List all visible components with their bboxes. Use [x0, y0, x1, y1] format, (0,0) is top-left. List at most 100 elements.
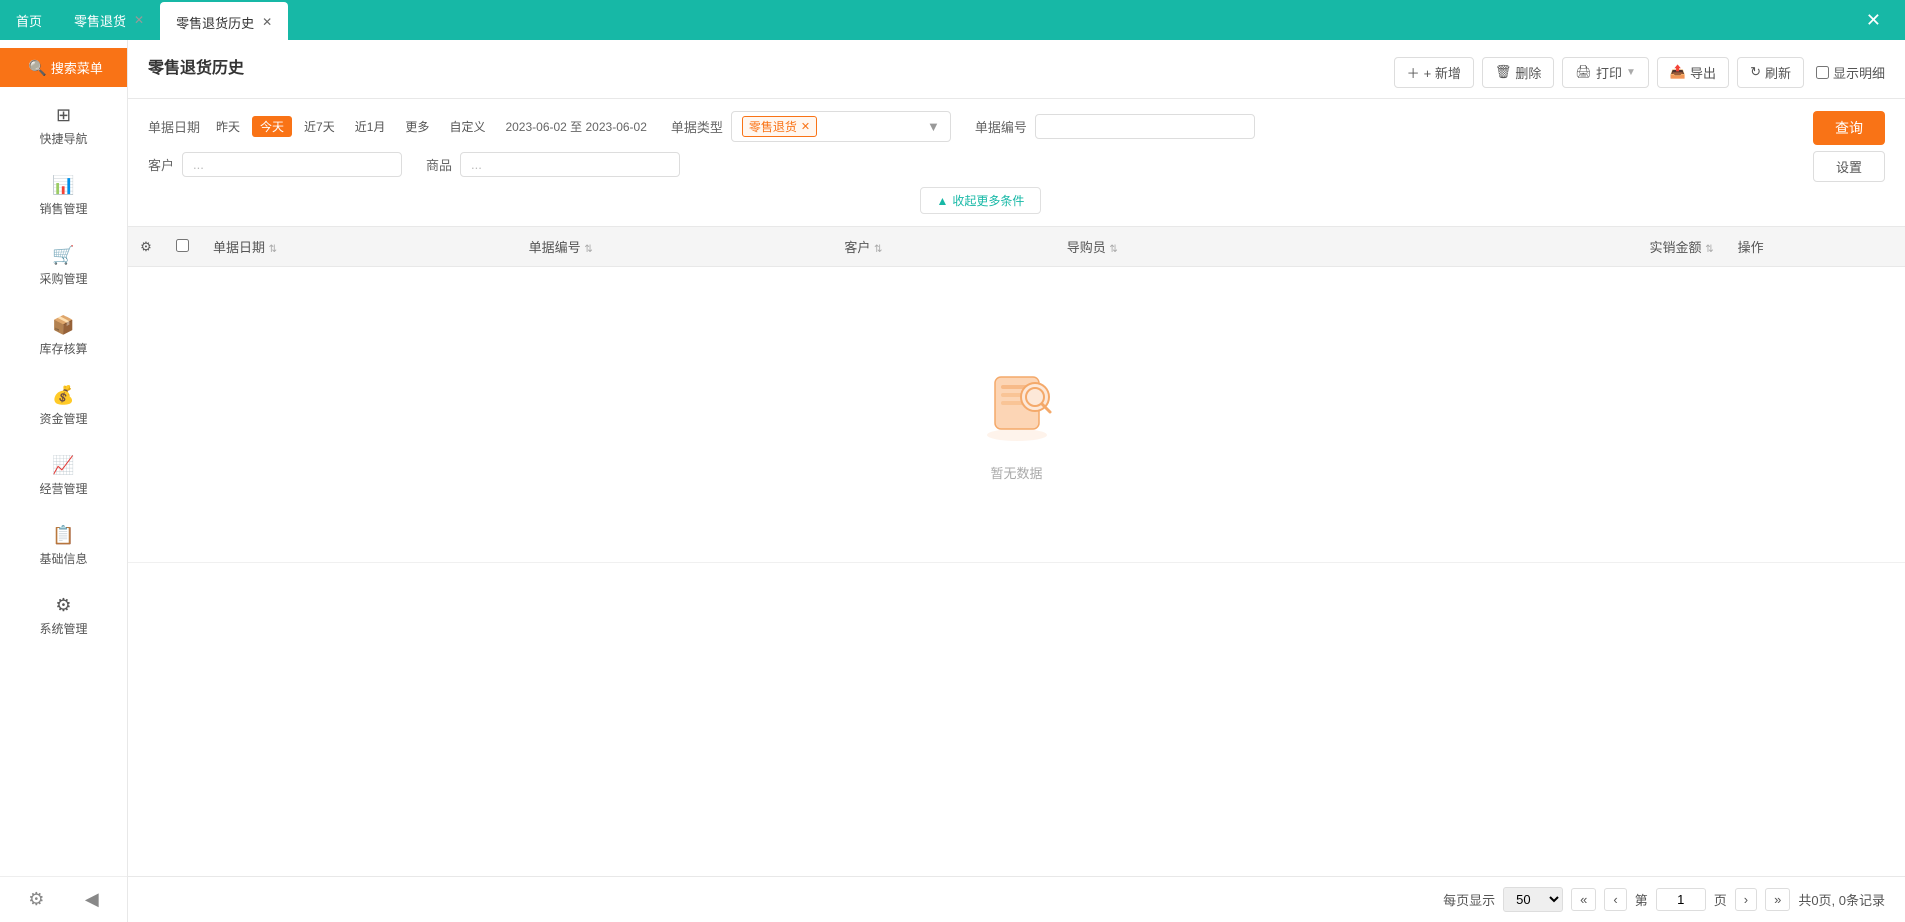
empty-state: 暂无数据	[128, 267, 1905, 562]
date-opt-1month[interactable]: 近1月	[347, 116, 394, 137]
sidebar-item-label: 销售管理	[39, 200, 87, 217]
tab-retail-return-history[interactable]: 零售退货历史 ✕	[160, 2, 288, 42]
show-detail-text: 显示明细	[1833, 63, 1885, 82]
filter-doc-number: 单据编号	[975, 114, 1255, 139]
date-opt-yesterday[interactable]: 昨天	[208, 116, 248, 137]
tab-retail-return-history-close[interactable]: ✕	[262, 15, 272, 29]
collapse-btn[interactable]: ▲ 收起更多条件	[920, 187, 1042, 214]
page-input[interactable]	[1656, 888, 1706, 911]
window-close-btn[interactable]: ✕	[1858, 10, 1889, 31]
export-button[interactable]: 📤 导出	[1657, 57, 1729, 88]
system-icon: ⚙	[55, 595, 71, 616]
per-page-label: 每页显示	[1443, 890, 1495, 909]
pagination: 每页显示 10 20 50 100 « ‹ 第 页 › » 共0页, 0条记录	[128, 876, 1905, 922]
print-dropdown-icon: ▼	[1626, 67, 1636, 78]
page-header: 零售退货历史 ＋ + 新增 🗑 删除 🖨 打印 ▼	[128, 40, 1905, 99]
quick-nav-icon: ⊞	[56, 105, 71, 126]
customer-input[interactable]	[182, 152, 402, 177]
prev-page-btn[interactable]: ‹	[1604, 888, 1626, 911]
setup-button[interactable]: 设置	[1813, 151, 1885, 182]
date-options: 昨天 今天 近7天 近1月 更多 自定义	[208, 116, 493, 137]
last-page-btn[interactable]: »	[1765, 888, 1790, 911]
sort-icon: ⇅	[874, 244, 882, 255]
print-button[interactable]: 🖨 打印 ▼	[1562, 57, 1648, 88]
sort-icon: ⇅	[584, 244, 592, 255]
show-detail-label: 显示明细	[1816, 63, 1885, 82]
sidebar-item-label: 资金管理	[39, 410, 87, 427]
th-amount-label: 实销金额	[1650, 240, 1702, 255]
tab-home[interactable]: 首页	[0, 0, 58, 40]
per-page-select[interactable]: 10 20 50 100	[1503, 887, 1563, 912]
filter-goods: 商品	[426, 152, 680, 177]
basic-icon: 📋	[52, 525, 74, 546]
tab-retail-return-history-label: 零售退货历史	[176, 13, 254, 32]
sidebar-item-label: 系统管理	[39, 620, 87, 637]
doc-number-input[interactable]	[1035, 114, 1255, 139]
sidebar-item-label: 快捷导航	[39, 130, 87, 147]
date-opt-more[interactable]: 更多	[397, 116, 437, 137]
doc-type-value: 零售退货	[749, 118, 797, 135]
sidebar-item-operation[interactable]: 📈 经营管理	[0, 441, 127, 511]
refresh-label: 刷新	[1765, 63, 1791, 82]
purchase-icon: 🛒	[52, 245, 74, 266]
th-guide[interactable]: 导购员 ⇅	[1055, 227, 1324, 267]
th-settings[interactable]: ⚙	[128, 227, 164, 267]
th-doc-number[interactable]: 单据编号 ⇅	[517, 227, 833, 267]
search-label: 搜索菜单	[51, 58, 103, 77]
sidebar-item-inventory[interactable]: 📦 库存核算	[0, 301, 127, 371]
doc-number-label: 单据编号	[975, 117, 1027, 136]
search-box[interactable]: 🔍 搜索菜单	[0, 48, 127, 87]
finance-icon: 💰	[52, 385, 74, 406]
first-page-btn[interactable]: «	[1571, 888, 1596, 911]
date-opt-today[interactable]: 今天	[252, 116, 292, 137]
action-buttons: 查询 设置	[1813, 111, 1885, 182]
total-info: 共0页, 0条记录	[1798, 890, 1885, 909]
sidebar-toggle-btn[interactable]: ◀	[85, 889, 99, 910]
print-label: 打印	[1596, 63, 1622, 82]
sidebar-item-sales[interactable]: 📊 销售管理	[0, 161, 127, 231]
data-table: ⚙ 单据日期 ⇅ 单据编号 ⇅ 客户 ⇅	[128, 227, 1905, 563]
th-action: 操作	[1726, 227, 1905, 267]
tab-retail-return[interactable]: 零售退货 ✕	[58, 0, 160, 40]
sidebar-item-purchase[interactable]: 🛒 采购管理	[0, 231, 127, 301]
th-guide-label: 导购员	[1067, 240, 1106, 255]
date-opt-7days[interactable]: 近7天	[296, 116, 343, 137]
filter-date: 单据日期 昨天 今天 近7天 近1月 更多 自定义 2023-06-02 至 2…	[148, 116, 647, 137]
sidebar: 🔍 搜索菜单 ⊞ 快捷导航 📊 销售管理 🛒 采购管理 📦 库存核算 💰 资金管…	[0, 40, 128, 922]
goods-input[interactable]	[460, 152, 680, 177]
add-button[interactable]: ＋ + 新增	[1394, 57, 1474, 88]
doc-type-select[interactable]: 零售退货 ✕ ▼	[731, 111, 951, 142]
tab-retail-return-label: 零售退货	[74, 11, 126, 30]
th-checkbox[interactable]	[164, 227, 201, 267]
th-doc-date[interactable]: 单据日期 ⇅	[201, 227, 517, 267]
select-all-checkbox[interactable]	[176, 239, 189, 252]
page-label: 第	[1635, 890, 1648, 909]
th-doc-date-label: 单据日期	[213, 240, 265, 255]
export-label: 导出	[1690, 63, 1716, 82]
date-range: 2023-06-02 至 2023-06-02	[505, 118, 646, 135]
empty-icon	[967, 347, 1067, 447]
sidebar-settings-btn[interactable]: ⚙	[28, 889, 44, 910]
collapse-icon: ▲	[937, 194, 949, 208]
tab-retail-return-close[interactable]: ✕	[134, 13, 144, 27]
date-opt-custom[interactable]: 自定义	[441, 116, 493, 137]
sidebar-item-basic[interactable]: 📋 基础信息	[0, 511, 127, 581]
filter-doc-type: 单据类型 零售退货 ✕ ▼	[671, 111, 951, 142]
sidebar-item-quick-nav[interactable]: ⊞ 快捷导航	[0, 91, 127, 161]
delete-label: 删除	[1515, 63, 1541, 82]
th-amount[interactable]: 实销金额 ⇅	[1410, 227, 1726, 267]
doc-type-tag: 零售退货 ✕	[742, 116, 817, 137]
th-customer[interactable]: 客户 ⇅	[832, 227, 1054, 267]
sort-icon: ⇅	[1705, 244, 1713, 255]
next-page-btn[interactable]: ›	[1735, 888, 1757, 911]
refresh-button[interactable]: ↻ 刷新	[1737, 57, 1804, 88]
delete-button[interactable]: 🗑 删除	[1482, 57, 1555, 88]
sidebar-item-finance[interactable]: 💰 资金管理	[0, 371, 127, 441]
sidebar-item-system[interactable]: ⚙ 系统管理	[0, 581, 127, 651]
page-title: 零售退货历史	[148, 54, 244, 78]
doc-type-remove-btn[interactable]: ✕	[801, 120, 810, 133]
filter-area: 单据日期 昨天 今天 近7天 近1月 更多 自定义 2023-06-02 至 2…	[128, 99, 1905, 227]
query-button[interactable]: 查询	[1813, 111, 1885, 145]
show-detail-checkbox[interactable]	[1816, 66, 1829, 79]
export-icon: 📤	[1670, 64, 1686, 80]
